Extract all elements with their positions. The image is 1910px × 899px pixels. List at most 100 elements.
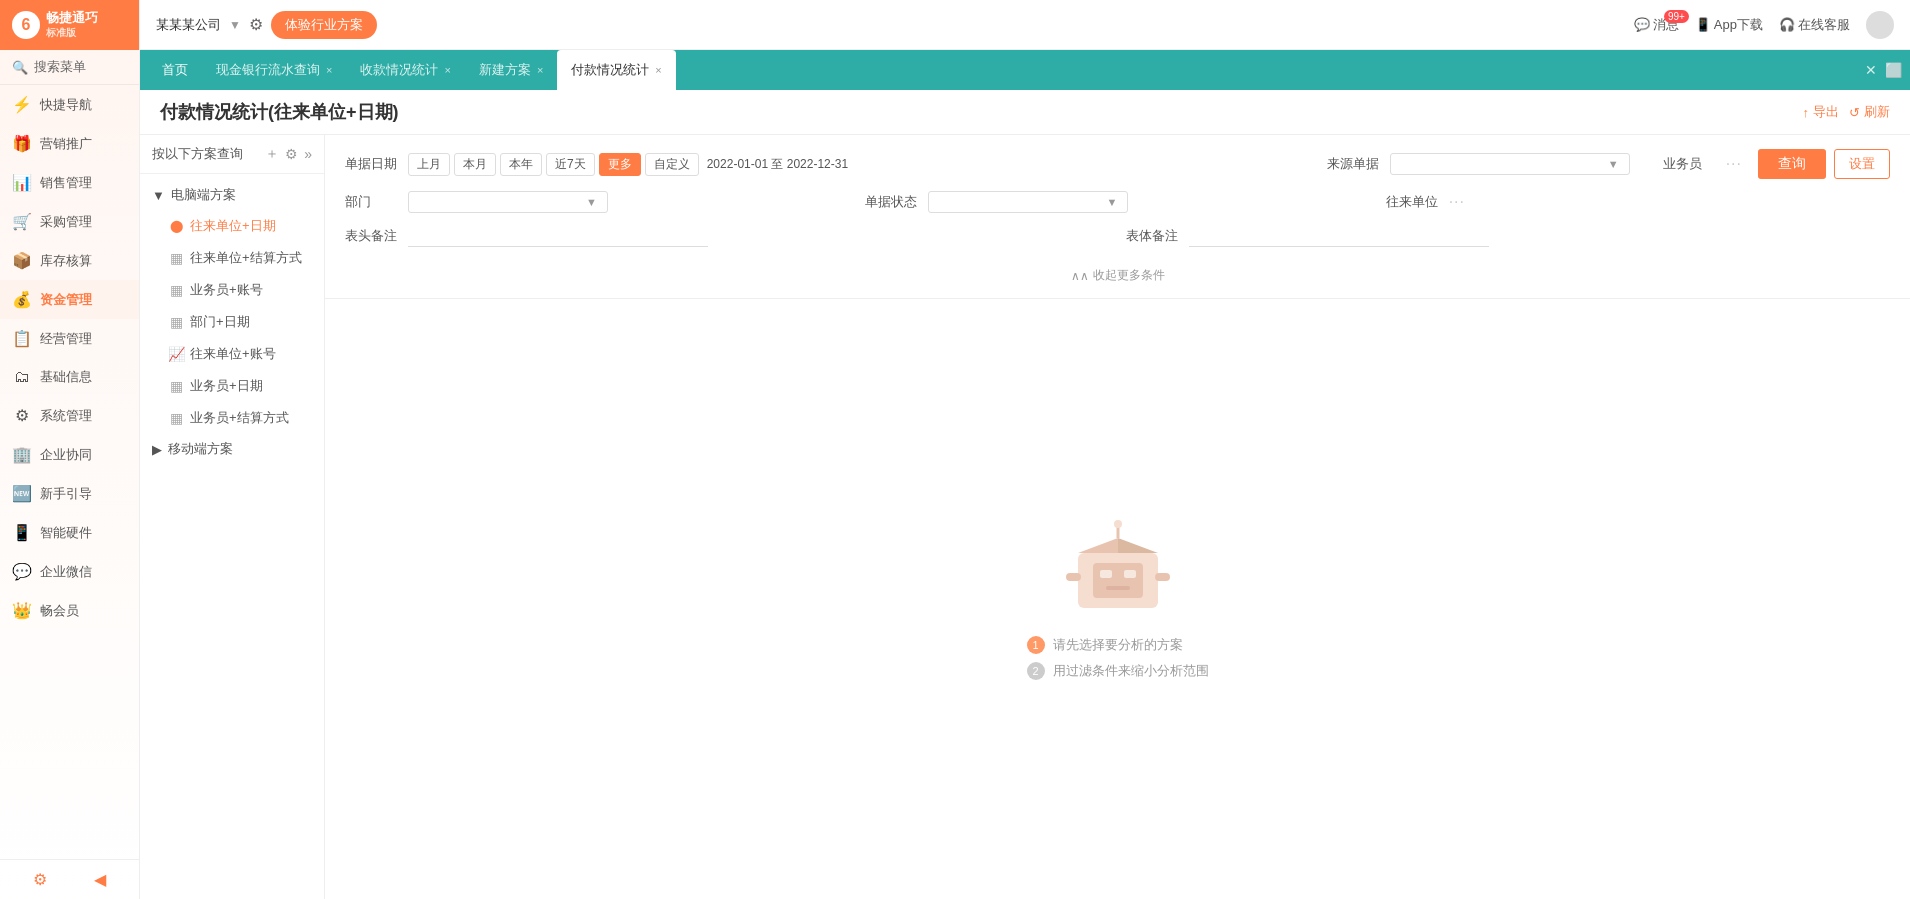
svg-marker-1 bbox=[1078, 538, 1118, 553]
scheme-item-label-staff-settle: 业务员+结算方式 bbox=[190, 409, 289, 427]
refresh-label: 刷新 bbox=[1864, 103, 1890, 121]
sidebar-item-quicknav[interactable]: ⚡ 快捷导航 bbox=[0, 85, 139, 124]
tab-receivable-label: 收款情况统计 bbox=[360, 61, 438, 79]
pc-group-header[interactable]: ▼ 电脑端方案 bbox=[140, 180, 324, 210]
status-select[interactable]: ▼ bbox=[928, 191, 1128, 213]
scheme-icon-3: ▦ bbox=[168, 282, 184, 298]
date-btn-more[interactable]: 更多 bbox=[599, 153, 641, 176]
tab-newscheme-close[interactable]: × bbox=[537, 64, 543, 76]
trial-btn[interactable]: 体验行业方案 bbox=[271, 11, 377, 39]
sidebar-label-hardware: 智能硬件 bbox=[40, 524, 92, 542]
tab-home-label: 首页 bbox=[162, 61, 188, 79]
page-header: 付款情况统计(往来单位+日期) ↑ 导出 ↺ 刷新 bbox=[140, 90, 1910, 135]
empty-steps: 1 请先选择要分析的方案 2 用过滤条件来缩小分析范围 bbox=[1027, 636, 1209, 680]
date-btn-this-year[interactable]: 本年 bbox=[500, 153, 542, 176]
refresh-icon: ↺ bbox=[1849, 105, 1860, 120]
sidebar-item-purchase[interactable]: 🛒 采购管理 bbox=[0, 202, 139, 241]
scheme-settings-icon[interactable]: ⚙ bbox=[285, 146, 298, 162]
mobile-group-header[interactable]: ▶ 移动端方案 bbox=[140, 434, 324, 464]
empty-svg bbox=[1058, 518, 1178, 618]
dept-select[interactable]: ▼ bbox=[408, 191, 608, 213]
search-icon: 🔍 bbox=[12, 60, 28, 75]
app-download-btn[interactable]: 📱 App下载 bbox=[1695, 16, 1763, 34]
sidebar-settings-btn[interactable]: ⚙ bbox=[33, 870, 47, 889]
tab-maximize-icon[interactable]: ⬜ bbox=[1885, 62, 1902, 78]
tab-payment[interactable]: 付款情况统计 × bbox=[557, 50, 675, 90]
staff-dots[interactable]: ··· bbox=[1726, 155, 1742, 173]
query-btn[interactable]: 查询 bbox=[1758, 149, 1826, 179]
sidebar-item-wechat[interactable]: 💬 企业微信 bbox=[0, 552, 139, 591]
scheme-icon-4: ▦ bbox=[168, 314, 184, 330]
sidebar-label-purchase: 采购管理 bbox=[40, 213, 92, 231]
tab-receivable[interactable]: 收款情况统计 × bbox=[346, 50, 464, 90]
sidebar-item-sales[interactable]: 📊 销售管理 bbox=[0, 163, 139, 202]
date-btn-custom[interactable]: 自定义 bbox=[645, 153, 699, 176]
avatar[interactable] bbox=[1866, 11, 1894, 39]
export-btn[interactable]: ↑ 导出 bbox=[1803, 103, 1840, 121]
scheme-item-dept-date[interactable]: ▦ 部门+日期 bbox=[140, 306, 324, 338]
tab-newscheme-label: 新建方案 bbox=[479, 61, 531, 79]
collapse-more-btn[interactable]: ∧∧ 收起更多条件 bbox=[345, 259, 1890, 284]
tab-cashflow[interactable]: 现金银行流水查询 × bbox=[202, 50, 346, 90]
date-btn-last7[interactable]: 近7天 bbox=[546, 153, 595, 176]
sidebar-item-member[interactable]: 👑 畅会员 bbox=[0, 591, 139, 630]
logo-icon: 6 bbox=[12, 11, 40, 39]
topbar-right: 💬 消息 99+ 📱 App下载 🎧 在线客服 bbox=[1634, 11, 1894, 39]
unit-dots[interactable]: ··· bbox=[1449, 193, 1465, 211]
sidebar-item-system[interactable]: ⚙ 系统管理 bbox=[0, 396, 139, 435]
head-note-input[interactable] bbox=[408, 225, 708, 247]
tab-receivable-close[interactable]: × bbox=[444, 64, 450, 76]
tab-payment-close[interactable]: × bbox=[655, 64, 661, 76]
scheme-item-staff-account[interactable]: ▦ 业务员+账号 bbox=[140, 274, 324, 306]
export-label: 导出 bbox=[1813, 103, 1839, 121]
date-filter-label: 单据日期 bbox=[345, 155, 400, 173]
sidebar-item-hardware[interactable]: 📱 智能硬件 bbox=[0, 513, 139, 552]
sidebar-label-wechat: 企业微信 bbox=[40, 563, 92, 581]
date-btn-this-month[interactable]: 本月 bbox=[454, 153, 496, 176]
staff-label: 业务员 bbox=[1663, 155, 1718, 173]
topbar-settings-icon[interactable]: ⚙ bbox=[249, 15, 263, 34]
sidebar-item-guide[interactable]: 🆕 新手引导 bbox=[0, 474, 139, 513]
scheme-item-unit-settle[interactable]: ▦ 往来单位+结算方式 bbox=[140, 242, 324, 274]
export-icon: ↑ bbox=[1803, 105, 1810, 120]
finance-icon: 💰 bbox=[12, 290, 32, 309]
scheme-item-unit-date[interactable]: ⬤ 往来单位+日期 bbox=[140, 210, 324, 242]
scheme-item-label-unit-account: 往来单位+账号 bbox=[190, 345, 276, 363]
sidebar-item-basic[interactable]: 🗂 基础信息 bbox=[0, 358, 139, 396]
svg-rect-5 bbox=[1124, 570, 1136, 578]
tab-cashflow-label: 现金银行流水查询 bbox=[216, 61, 320, 79]
scheme-item-staff-settle[interactable]: ▦ 业务员+结算方式 bbox=[140, 402, 324, 434]
tab-cashflow-close[interactable]: × bbox=[326, 64, 332, 76]
sidebar-label-member: 畅会员 bbox=[40, 602, 79, 620]
sidebar-label-sales: 销售管理 bbox=[40, 174, 92, 192]
scheme-section: ▼ 电脑端方案 ⬤ 往来单位+日期 ▦ 往来单位+结算方式 ▦ 业务员+账号 bbox=[140, 174, 324, 470]
scheme-item-staff-date[interactable]: ▦ 业务员+日期 bbox=[140, 370, 324, 402]
page-actions: ↑ 导出 ↺ 刷新 bbox=[1803, 103, 1891, 121]
empty-step-2: 2 用过滤条件来缩小分析范围 bbox=[1027, 662, 1209, 680]
tabs-right: ✕ ⬜ bbox=[1865, 62, 1902, 78]
hardware-icon: 📱 bbox=[12, 523, 32, 542]
left-panel-collapse-icon[interactable]: » bbox=[304, 146, 312, 162]
body-note-input[interactable] bbox=[1189, 225, 1489, 247]
sidebar-item-inventory[interactable]: 📦 库存核算 bbox=[0, 241, 139, 280]
filter-settings-btn[interactable]: 设置 bbox=[1834, 149, 1890, 179]
tab-home[interactable]: 首页 bbox=[148, 50, 202, 90]
source-select[interactable]: ▼ bbox=[1390, 153, 1630, 175]
date-filter-group: 单据日期 上月 本月 本年 近7天 更多 自定义 2022-01-01 至 20… bbox=[345, 153, 1311, 176]
refresh-btn[interactable]: ↺ 刷新 bbox=[1849, 103, 1890, 121]
sidebar-item-enterprise[interactable]: 🏢 企业协同 bbox=[0, 435, 139, 474]
scheme-item-unit-account[interactable]: 📈 往来单位+账号 bbox=[140, 338, 324, 370]
tab-close-all-icon[interactable]: ✕ bbox=[1865, 62, 1877, 78]
sidebar-item-marketing[interactable]: 🎁 营销推广 bbox=[0, 124, 139, 163]
sidebar-search[interactable]: 🔍 搜索菜单 bbox=[0, 50, 139, 85]
tab-newscheme[interactable]: 新建方案 × bbox=[465, 50, 557, 90]
date-btn-last-month[interactable]: 上月 bbox=[408, 153, 450, 176]
company-arrow-icon[interactable]: ▼ bbox=[229, 18, 241, 32]
add-scheme-icon[interactable]: ＋ bbox=[265, 145, 279, 163]
staff-filter-group: 业务员 ··· bbox=[1663, 155, 1742, 173]
sidebar-collapse-btn[interactable]: ◀ bbox=[94, 870, 106, 889]
msg-btn[interactable]: 💬 消息 99+ bbox=[1634, 16, 1679, 34]
sidebar-item-finance[interactable]: 💰 资金管理 bbox=[0, 280, 139, 319]
sidebar-item-operation[interactable]: 📋 经营管理 bbox=[0, 319, 139, 358]
service-btn[interactable]: 🎧 在线客服 bbox=[1779, 16, 1850, 34]
